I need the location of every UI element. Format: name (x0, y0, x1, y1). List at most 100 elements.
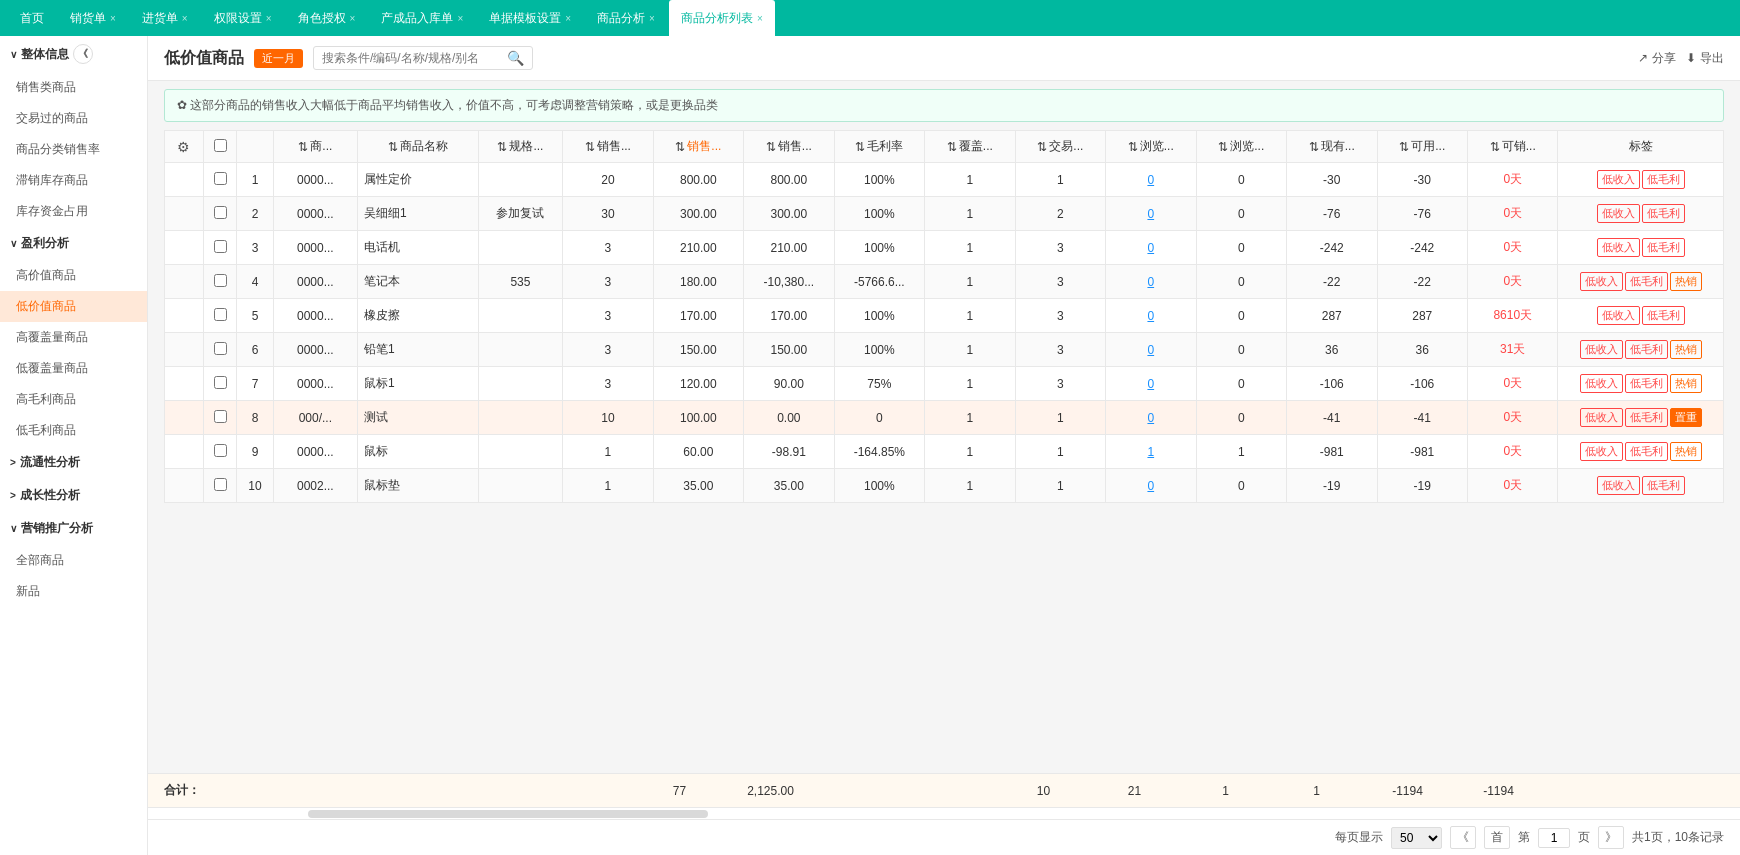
th-settings[interactable]: ⚙ (165, 131, 204, 163)
browse-link[interactable]: 0 (1147, 343, 1154, 357)
sidebar-section-liquidity[interactable]: > 流通性分析 (0, 446, 147, 479)
next-page-btn[interactable]: 》 (1598, 826, 1624, 849)
cell-check[interactable] (203, 469, 237, 503)
sidebar-item-high-value[interactable]: 高价值商品 (0, 260, 147, 291)
cell-name: 鼠标1 (358, 367, 479, 401)
nav-purchase-order[interactable]: 进货单 × (130, 0, 200, 36)
close-icon[interactable]: × (457, 13, 463, 24)
cell-check[interactable] (203, 401, 237, 435)
browse-link[interactable]: 0 (1147, 479, 1154, 493)
row-checkbox[interactable] (214, 206, 227, 219)
browse-link[interactable]: 1 (1147, 445, 1154, 459)
browse-link[interactable]: 0 (1147, 241, 1154, 255)
th-name[interactable]: ⇅商品名称 (358, 131, 479, 163)
export-button[interactable]: ⬇ 导出 (1686, 50, 1724, 67)
sidebar-section-growth[interactable]: > 成长性分析 (0, 479, 147, 512)
table-row: 7 0000... 鼠标1 3 120.00 90.00 75% 1 3 0 0… (165, 367, 1724, 401)
nav-home[interactable]: 首页 (8, 0, 56, 36)
nav-sales-order[interactable]: 销货单 × (58, 0, 128, 36)
browse-link[interactable]: 0 (1147, 411, 1154, 425)
nav-permission[interactable]: 权限设置 × (202, 0, 284, 36)
browse-link[interactable]: 0 (1147, 275, 1154, 289)
sidebar-section-marketing[interactable]: ∨ 营销推广分析 (0, 512, 147, 545)
th-sellable[interactable]: ⇅可销... (1467, 131, 1557, 163)
sidebar-item-new-goods[interactable]: 新品 (0, 576, 147, 607)
sidebar-section-profit[interactable]: ∨ 盈利分析 (0, 227, 147, 260)
sidebar-item-high-margin[interactable]: 高毛利商品 (0, 384, 147, 415)
sidebar-section-overview[interactable]: ∨ 整体信息 《 (0, 36, 147, 72)
row-checkbox[interactable] (214, 410, 227, 423)
browse-link[interactable]: 0 (1147, 173, 1154, 187)
cell-check[interactable] (203, 163, 237, 197)
sidebar-item-stock-capital[interactable]: 库存资金占用 (0, 196, 147, 227)
cell-sale3: -10,380... (744, 265, 834, 299)
th-check[interactable] (203, 131, 237, 163)
nav-role-auth[interactable]: 角色授权 × (286, 0, 368, 36)
cell-num: 10 (237, 469, 273, 503)
nav-finished-goods[interactable]: 产成品入库单 × (369, 0, 475, 36)
sidebar-item-category-sales-rate[interactable]: 商品分类销售率 (0, 134, 147, 165)
cell-check[interactable] (203, 435, 237, 469)
cell-check[interactable] (203, 231, 237, 265)
close-icon[interactable]: × (757, 13, 763, 24)
sidebar-collapse-btn[interactable]: 《 (73, 44, 93, 64)
th-stock1[interactable]: ⇅现有... (1287, 131, 1377, 163)
cell-check[interactable] (203, 299, 237, 333)
sidebar-item-low-value[interactable]: 低价值商品 (0, 291, 147, 322)
th-sale2[interactable]: ⇅销售... (653, 131, 743, 163)
prev-page-btn[interactable]: 首 (1484, 826, 1510, 849)
row-checkbox[interactable] (214, 444, 227, 457)
row-checkbox[interactable] (214, 342, 227, 355)
sidebar-item-traded-goods[interactable]: 交易过的商品 (0, 103, 147, 134)
th-cover[interactable]: ⇅覆盖... (925, 131, 1015, 163)
nav-goods-analysis[interactable]: 商品分析 × (585, 0, 667, 36)
close-icon[interactable]: × (182, 13, 188, 24)
cell-stock1: -76 (1287, 197, 1377, 231)
nav-goods-analysis-list[interactable]: 商品分析列表 × (669, 0, 775, 36)
th-trade[interactable]: ⇅交易... (1015, 131, 1105, 163)
close-icon[interactable]: × (649, 13, 655, 24)
nav-template-settings[interactable]: 单据模板设置 × (477, 0, 583, 36)
page-number-input[interactable] (1538, 828, 1570, 848)
th-browse1[interactable]: ⇅浏览... (1106, 131, 1196, 163)
sidebar-item-all-goods[interactable]: 全部商品 (0, 545, 147, 576)
browse-link[interactable]: 0 (1147, 309, 1154, 323)
th-sale1[interactable]: ⇅销售... (563, 131, 653, 163)
cell-sale3: 150.00 (744, 333, 834, 367)
check-all[interactable] (214, 139, 227, 152)
page-size-select[interactable]: 50 100 (1391, 827, 1442, 849)
row-checkbox[interactable] (214, 308, 227, 321)
close-icon[interactable]: × (110, 13, 116, 24)
th-gross[interactable]: ⇅毛利率 (834, 131, 924, 163)
cell-check[interactable] (203, 333, 237, 367)
th-browse2[interactable]: ⇅浏览... (1196, 131, 1286, 163)
close-icon[interactable]: × (350, 13, 356, 24)
search-input[interactable] (322, 51, 501, 65)
sidebar-item-slow-sales[interactable]: 滞销库存商品 (0, 165, 147, 196)
cell-check[interactable] (203, 265, 237, 299)
sidebar-item-low-margin[interactable]: 低毛利商品 (0, 415, 147, 446)
row-checkbox[interactable] (214, 478, 227, 491)
cell-check[interactable] (203, 367, 237, 401)
row-checkbox[interactable] (214, 274, 227, 287)
th-spec[interactable]: ⇅规格... (478, 131, 562, 163)
th-code[interactable]: ⇅商... (273, 131, 357, 163)
first-page-btn[interactable]: 《 (1450, 826, 1476, 849)
browse-link[interactable]: 0 (1147, 207, 1154, 221)
row-checkbox[interactable] (214, 172, 227, 185)
sidebar-item-low-coverage[interactable]: 低覆盖量商品 (0, 353, 147, 384)
search-icon[interactable]: 🔍 (507, 50, 524, 66)
row-checkbox[interactable] (214, 376, 227, 389)
browse-link[interactable]: 0 (1147, 377, 1154, 391)
row-checkbox[interactable] (214, 240, 227, 253)
share-button[interactable]: ↗ 分享 (1638, 50, 1676, 67)
th-avail[interactable]: ⇅可用... (1377, 131, 1467, 163)
time-filter-btn[interactable]: 近一月 (254, 49, 303, 68)
sidebar-item-sales-goods[interactable]: 销售类商品 (0, 72, 147, 103)
th-sale3[interactable]: ⇅销售... (744, 131, 834, 163)
cell-check[interactable] (203, 197, 237, 231)
close-icon[interactable]: × (266, 13, 272, 24)
close-icon[interactable]: × (565, 13, 571, 24)
gear-icon[interactable]: ⚙ (177, 139, 190, 155)
sidebar-item-high-coverage[interactable]: 高覆盖量商品 (0, 322, 147, 353)
